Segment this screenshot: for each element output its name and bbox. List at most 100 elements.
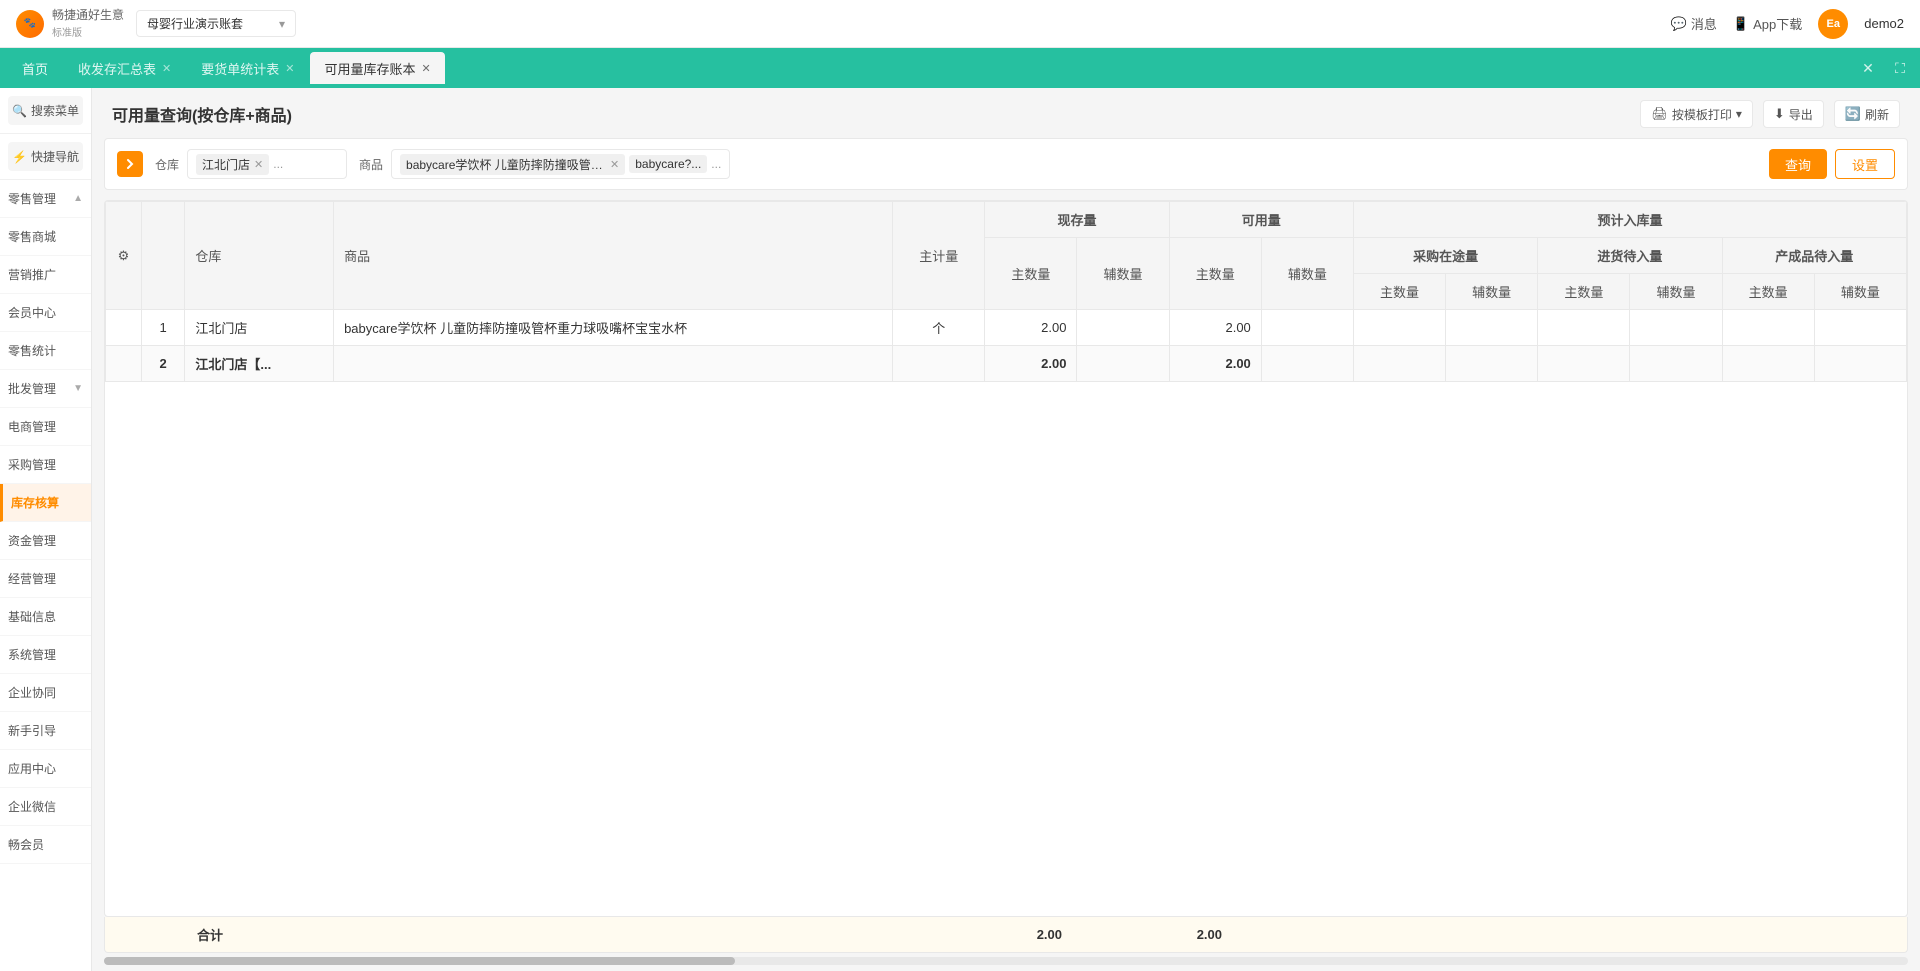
td-stock-main: 2.00 [985, 310, 1077, 346]
sidebar-item-retail-mall[interactable]: 零售商城 [0, 218, 91, 256]
quick-nav-button[interactable]: ⚡ 快捷导航 [8, 142, 83, 171]
print-icon: 🖨 [1651, 106, 1668, 122]
sidebar-item-system[interactable]: 系统管理 [0, 636, 91, 674]
td-production-aux [1814, 346, 1906, 382]
warehouse-remove-icon[interactable]: ✕ [254, 158, 263, 171]
sidebar-item-new-guide[interactable]: 新手引导 [0, 712, 91, 750]
sidebar-item-purchase[interactable]: 采购管理 [0, 446, 91, 484]
tab-order-close-icon[interactable]: ✕ [285, 62, 294, 75]
td-purchase-aux [1446, 310, 1538, 346]
download-label: App下载 [1753, 14, 1802, 33]
tab-order-stats[interactable]: 要货单统计表 ✕ [187, 52, 308, 84]
td-stock-aux [1077, 346, 1169, 382]
filter-actions: 查询 设置 [1769, 149, 1895, 179]
tab-receivable-label: 收发存汇总表 [78, 59, 156, 78]
export-label: 导出 [1789, 106, 1813, 123]
sidebar-item-inventory[interactable]: 库存核算 [0, 484, 91, 522]
warehouse-tag-value: 江北门店 [202, 156, 250, 173]
query-button[interactable]: 查询 [1769, 149, 1827, 179]
app-download-button[interactable]: 📱 App下载 [1733, 14, 1802, 33]
td-incoming-main [1538, 346, 1630, 382]
sidebar-item-enterprise-collab[interactable]: 企业协同 [0, 674, 91, 712]
sidebar-item-app-center[interactable]: 应用中心 [0, 750, 91, 788]
td-stock-aux [1077, 310, 1169, 346]
footer-label: 合计 [187, 925, 267, 944]
sidebar-item-label: 零售统计 [8, 342, 56, 359]
sidebar-item-label: 零售商城 [8, 228, 56, 245]
nav-tabs: 首页 收发存汇总表 ✕ 要货单统计表 ✕ 可用量库存账本 ✕ ✕ ⛶ [0, 48, 1920, 88]
th-purchase-group: 采购在途量 [1353, 238, 1537, 274]
th-purchase-main: 主数量 [1353, 274, 1445, 310]
print-button[interactable]: 🖨 按模板打印 ▾ [1640, 100, 1753, 128]
th-unit: 主计量 [893, 202, 985, 310]
sidebar-item-retail-stats[interactable]: 零售统计 [0, 332, 91, 370]
sidebar-item-label: 企业协同 [8, 684, 56, 701]
tab-receivable-close-icon[interactable]: ✕ [162, 62, 171, 75]
footer-stock-main: 2.00 [992, 927, 1072, 942]
sidebar-item-label: 基础信息 [8, 608, 56, 625]
th-available-aux: 辅数量 [1261, 238, 1353, 310]
tab-home[interactable]: 首页 [8, 52, 62, 84]
th-incoming-aux: 辅数量 [1630, 274, 1722, 310]
filter-toggle-button[interactable] [117, 151, 143, 177]
td-purchase-aux [1446, 346, 1538, 382]
sidebar-item-marketing[interactable]: 营销推广 [0, 256, 91, 294]
message-button[interactable]: 💬 消息 [1671, 14, 1717, 33]
warehouse-filter: 仓库 江北门店 ✕ ... [155, 149, 347, 179]
sidebar-item-label: 会员中心 [8, 304, 56, 321]
scrollbar-thumb[interactable] [104, 957, 735, 965]
window-expand-icon[interactable]: ⛶ [1888, 56, 1912, 80]
product-more-indicator[interactable]: ... [711, 157, 721, 171]
sidebar-item-ecommerce[interactable]: 电商管理 [0, 408, 91, 446]
td-settings [106, 310, 142, 346]
search-menu-button[interactable]: 🔍 搜索菜单 [8, 96, 83, 125]
td-unit [893, 346, 985, 382]
sidebar-item-wholesale[interactable]: 批发管理 ▼ [0, 370, 91, 408]
window-controls: ✕ ⛶ [1856, 56, 1912, 80]
tab-available-close-icon[interactable]: ✕ [422, 62, 431, 75]
tab-available-stock[interactable]: 可用量库存账本 ✕ [310, 52, 444, 84]
warehouse-more-indicator[interactable]: ... [273, 157, 283, 171]
sidebar-item-member-center[interactable]: 会员中心 [0, 294, 91, 332]
td-purchase-main [1353, 310, 1445, 346]
message-icon: 💬 [1671, 16, 1687, 32]
logo-area: 🐾 畅捷通好生意 标准版 [16, 8, 124, 39]
export-button[interactable]: ⬇ 导出 [1763, 100, 1824, 128]
main-layout: 🔍 搜索菜单 ⚡ 快捷导航 零售管理 ▲ 零售商城 营销推广 会员中心 零售统计 [0, 88, 1920, 971]
td-production-main [1722, 310, 1814, 346]
avatar[interactable]: Ea [1818, 9, 1848, 39]
sidebar-item-basic-info[interactable]: 基础信息 [0, 598, 91, 636]
refresh-button[interactable]: 🔄 刷新 [1834, 100, 1900, 128]
td-settings [106, 346, 142, 382]
quick-nav-section: ⚡ 快捷导航 [0, 134, 91, 180]
settings-button[interactable]: 设置 [1835, 149, 1895, 179]
export-icon: ⬇ [1774, 106, 1785, 122]
tab-receivable-summary[interactable]: 收发存汇总表 ✕ [64, 52, 185, 84]
tab-home-label: 首页 [22, 59, 48, 78]
sidebar-item-finance[interactable]: 资金管理 [0, 522, 91, 560]
sidebar-item-changhui[interactable]: 畅会员 [0, 826, 91, 864]
product-remove-icon-1[interactable]: ✕ [610, 158, 619, 171]
sidebar-item-enterprise-wechat[interactable]: 企业微信 [0, 788, 91, 826]
logo-text-block: 畅捷通好生意 标准版 [52, 8, 124, 39]
warehouse-input[interactable]: 江北门店 ✕ ... [187, 149, 347, 179]
tab-order-label: 要货单统计表 [201, 59, 279, 78]
table-footer: 合计 2.00 2.00 [104, 917, 1908, 953]
top-bar: 🐾 畅捷通好生意 标准版 母婴行业演示账套 ▾ 💬 消息 📱 App下载 Ea … [0, 0, 1920, 48]
th-settings[interactable]: ⚙ [106, 202, 142, 310]
td-production-aux [1814, 310, 1906, 346]
th-purchase-aux: 辅数量 [1446, 274, 1538, 310]
horizontal-scrollbar[interactable] [104, 957, 1908, 965]
sidebar-item-label: 企业微信 [8, 798, 56, 815]
product-input[interactable]: babycare学饮杯 儿童防摔防撞吸管杯重力球吸嘴杯宝宝水杯 ✕ babyca… [391, 149, 730, 179]
content-area: 可用量查询(按仓库+商品) 🖨 按模板打印 ▾ ⬇ 导出 🔄 刷新 [92, 88, 1920, 971]
print-dropdown-icon: ▾ [1736, 107, 1742, 121]
window-close-icon[interactable]: ✕ [1856, 56, 1880, 80]
sidebar-item-operations[interactable]: 经营管理 [0, 560, 91, 598]
chevron-down-icon: ▾ [279, 17, 285, 31]
industry-selector[interactable]: 母婴行业演示账套 ▾ [136, 10, 296, 37]
sidebar-item-retail-management[interactable]: 零售管理 ▲ [0, 180, 91, 218]
td-available-main: 2.00 [1169, 346, 1261, 382]
refresh-icon: 🔄 [1845, 106, 1861, 122]
table-row: 2 江北门店【... 2.00 2.00 [106, 346, 1907, 382]
